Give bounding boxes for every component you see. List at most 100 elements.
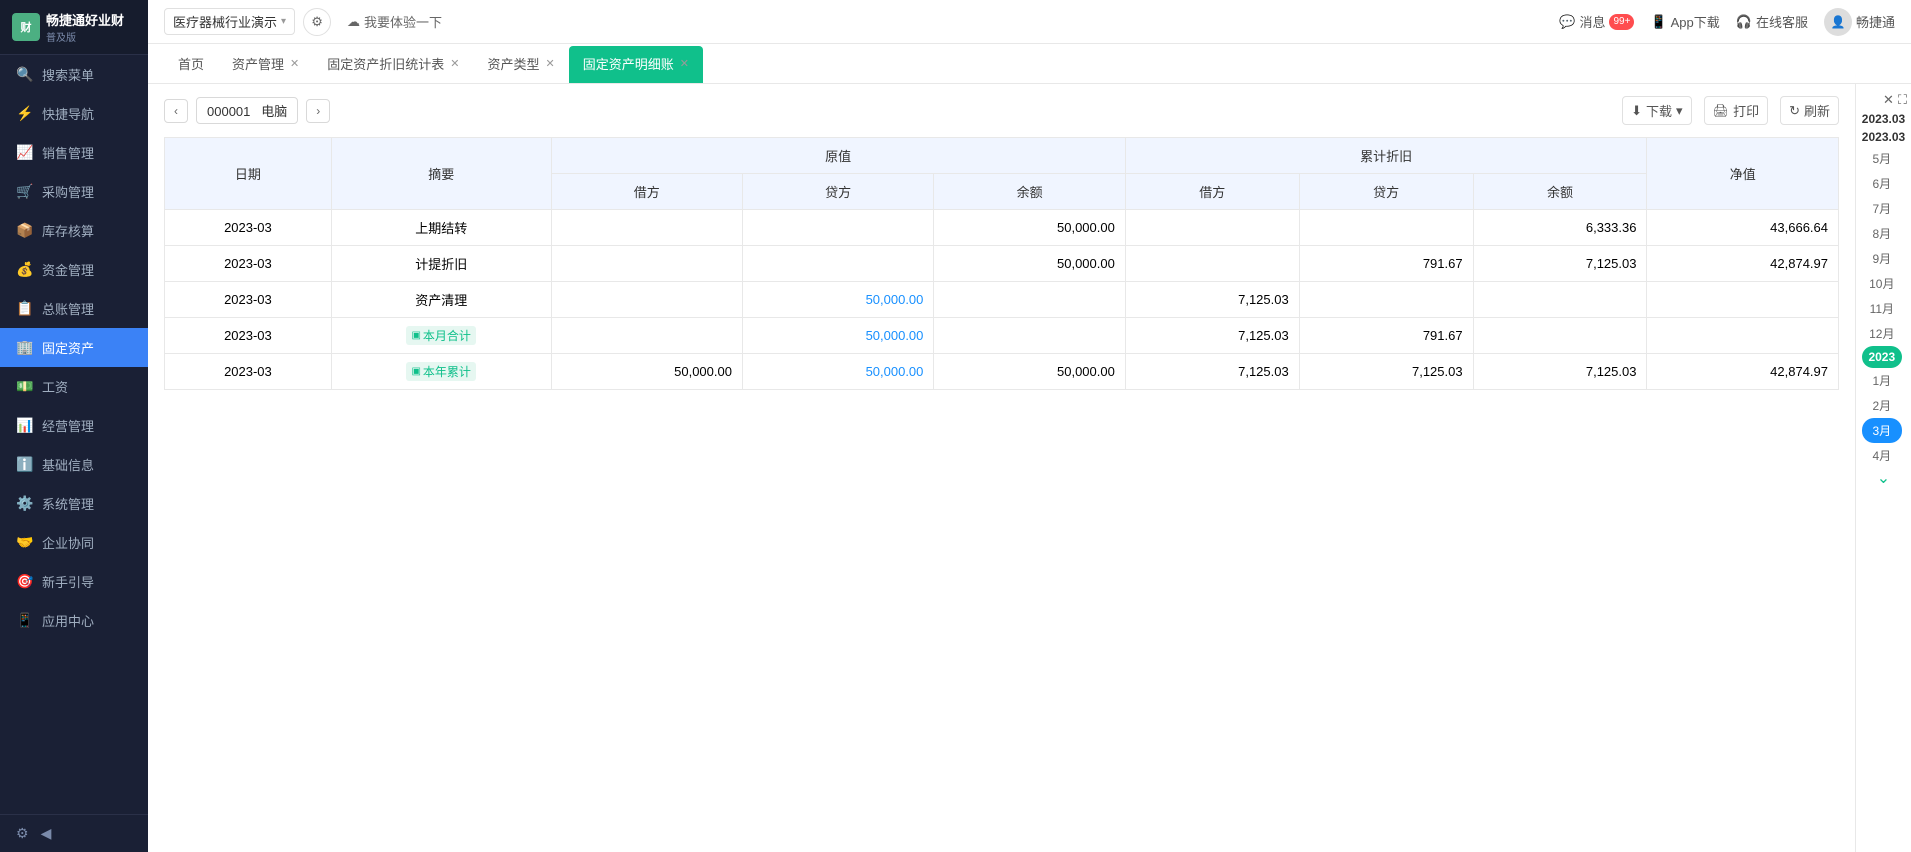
cell-net-value [1647, 282, 1839, 318]
customer-service-label: 在线客服 [1756, 12, 1808, 31]
cell-orig-credit [742, 246, 933, 282]
sidebar-item-sales[interactable]: 📈销售管理 [0, 133, 148, 172]
refresh-icon: ↻ [1789, 103, 1800, 119]
timeline-month-item[interactable]: 9月 [1862, 246, 1902, 271]
detail-table: 日期 摘要 原值 累计折旧 净值 借方 贷方 余额 借方 贷方 余额 [164, 137, 1839, 390]
timeline-active-year[interactable]: 2023 [1862, 346, 1902, 368]
sidebar-item-operations[interactable]: 📊经营管理 [0, 406, 148, 445]
topbar: 医疗器械行业演示 ▾ ⚙ ☁ 我要体验一下 💬 消息 99+ 📱 App下载 🎧… [148, 0, 1911, 44]
sidebar-item-base-info[interactable]: ℹ️基础信息 [0, 445, 148, 484]
asset-code: 000001 [207, 104, 250, 119]
tab-close-icon[interactable]: ✕ [290, 57, 299, 70]
timeline-month-item[interactable]: 3月 [1862, 418, 1902, 443]
logo-icon: 财 [12, 13, 40, 41]
th-accumulated-depreciation: 累计折旧 [1125, 138, 1647, 174]
toolbar-right: ⬇ 下载 ▾ 🖨 打印 ↻ 刷新 [1622, 96, 1839, 125]
timeline-month-item[interactable]: 4月 [1862, 443, 1902, 468]
sidebar-item-guide[interactable]: 🎯新手引导 [0, 562, 148, 601]
tab-close-icon[interactable]: ✕ [546, 57, 555, 70]
cell-orig-credit [742, 210, 933, 246]
tab-asset-detail[interactable]: 固定资产明细账✕ [569, 46, 703, 83]
sidebar-item-inventory[interactable]: 📦库存核算 [0, 211, 148, 250]
th-date: 日期 [165, 138, 332, 210]
inventory-icon: 📦 [16, 222, 34, 240]
timeline-expand-button[interactable]: ⛶ [1898, 92, 1907, 108]
sidebar-item-funds[interactable]: 💰资金管理 [0, 250, 148, 289]
timeline-close-button[interactable]: ✕ [1883, 92, 1894, 108]
cell-orig-debit [551, 246, 742, 282]
sidebar-item-fixed-assets[interactable]: 🏢固定资产 [0, 328, 148, 367]
user-avatar-button[interactable]: 👤 畅捷通 [1824, 8, 1895, 36]
timeline-month-item[interactable]: 5月 [1862, 146, 1902, 171]
cell-date: 2023-03 [165, 246, 332, 282]
sidebar-item-purchase[interactable]: 🛒采购管理 [0, 172, 148, 211]
topbar-settings-icon[interactable]: ⚙ [303, 8, 331, 36]
tab-depreciation-stats[interactable]: 固定资产折旧统计表 ✕ [313, 46, 473, 83]
cell-orig-balance: 50,000.00 [934, 246, 1125, 282]
print-button[interactable]: 🖨 打印 [1704, 96, 1769, 125]
table-row: 2023-03 上期结转 50,000.00 6,333.36 43,666.6… [165, 210, 1839, 246]
timeline-month-item[interactable]: 7月 [1862, 196, 1902, 221]
prev-asset-button[interactable]: ‹ [164, 99, 188, 123]
base-info-icon: ℹ️ [16, 456, 34, 474]
sidebar-item-system[interactable]: ⚙️ 系统管理 [0, 484, 148, 523]
cell-date: 2023-03 [165, 282, 332, 318]
table-row: 2023-03 计提折旧 50,000.00 791.67 7,125.03 4… [165, 246, 1839, 282]
timeline-scroll-down-icon[interactable]: ⌄ [1862, 468, 1905, 488]
cell-orig-balance [934, 318, 1125, 354]
timeline-month-item[interactable]: 10月 [1862, 271, 1902, 296]
timeline-year-label: 2023.03 [1862, 130, 1905, 144]
sidebar-item-ledger[interactable]: 📋总账管理 [0, 289, 148, 328]
cell-orig-balance: 50,000.00 [934, 354, 1125, 390]
timeline-month-item[interactable]: 11月 [1862, 296, 1902, 321]
app-download-label: App下载 [1671, 12, 1720, 31]
tab-asset-mgmt[interactable]: 资产管理✕ [218, 46, 313, 83]
experience-button[interactable]: ☁ 我要体验一下 [347, 12, 442, 31]
notifications-label: 消息 [1579, 12, 1605, 31]
experience-icon: ☁ [347, 14, 360, 30]
tab-home[interactable]: 首页 [164, 46, 218, 83]
table-row: 2023-03 资产清理 50,000.00 7,125.03 [165, 282, 1839, 318]
sidebar-item-collab[interactable]: 🤝企业协同 [0, 523, 148, 562]
refresh-button[interactable]: ↻ 刷新 [1780, 96, 1839, 125]
sidebar-item-app-center[interactable]: 📱应用中心 [0, 601, 148, 640]
cell-net-value: 42,874.97 [1647, 246, 1839, 282]
collapse-sidebar-icon[interactable]: ◀ [41, 825, 52, 842]
timeline-month-item[interactable]: 8月 [1862, 221, 1902, 246]
cell-summary: 上期结转 [331, 210, 551, 246]
sidebar-scroll: 🔍搜索菜单 ⚡ 快捷导航 📈销售管理🛒采购管理📦库存核算💰资金管理📋总账管理🏢固定资产… [0, 55, 148, 814]
table-row: 2023-03 本年累计 50,000.00 50,000.00 50,000.… [165, 354, 1839, 390]
cell-summary: 本年累计 [331, 354, 551, 390]
tab-asset-type[interactable]: 资产类型✕ [473, 46, 568, 83]
quick-nav-icon: ⚡ [16, 105, 34, 123]
tab-close-icon[interactable]: ✕ [450, 57, 459, 70]
tab-label: 固定资产折旧统计表 [327, 54, 444, 73]
download-button[interactable]: ⬇ 下载 ▾ [1622, 96, 1691, 125]
cell-dep-credit [1299, 282, 1473, 318]
tab-close-icon[interactable]: ✕ [680, 57, 689, 70]
settings-footer-icon[interactable]: ⚙ [16, 825, 29, 842]
sidebar-item-quick-nav[interactable]: ⚡ 快捷导航 [0, 94, 148, 133]
timeline-month-item[interactable]: 2月 [1862, 393, 1902, 418]
next-asset-button[interactable]: › [306, 99, 330, 123]
company-selector[interactable]: 医疗器械行业演示 ▾ [164, 8, 295, 35]
cell-dep-debit: 7,125.03 [1125, 354, 1299, 390]
th-orig-debit: 借方 [551, 174, 742, 210]
app-download-button[interactable]: 📱 App下载 [1650, 12, 1719, 31]
sidebar-item-label: 快捷导航 [42, 104, 94, 123]
cell-summary: 计提折旧 [331, 246, 551, 282]
timeline-month-item[interactable]: 6月 [1862, 171, 1902, 196]
sidebar-footer: ⚙ ◀ [0, 814, 148, 852]
timeline-month-item[interactable]: 12月 [1862, 321, 1902, 346]
cell-date: 2023-03 [165, 354, 332, 390]
system-icon: ⚙️ [16, 495, 34, 513]
sidebar-item-label: 系统管理 [42, 494, 94, 513]
timeline-month-item[interactable]: 1月 [1862, 368, 1902, 393]
sidebar-item-search[interactable]: 🔍搜索菜单 [0, 55, 148, 94]
cell-dep-credit: 7,125.03 [1299, 354, 1473, 390]
top-row: ‹ 000001 电脑 › ⬇ 下载 ▾ 🖨 [164, 96, 1839, 137]
cell-dep-balance: 7,125.03 [1473, 246, 1647, 282]
notifications-button[interactable]: 💬 消息 99+ [1559, 12, 1634, 31]
customer-service-button[interactable]: 🎧 在线客服 [1736, 12, 1808, 31]
sidebar-item-salary[interactable]: 💵工资 [0, 367, 148, 406]
